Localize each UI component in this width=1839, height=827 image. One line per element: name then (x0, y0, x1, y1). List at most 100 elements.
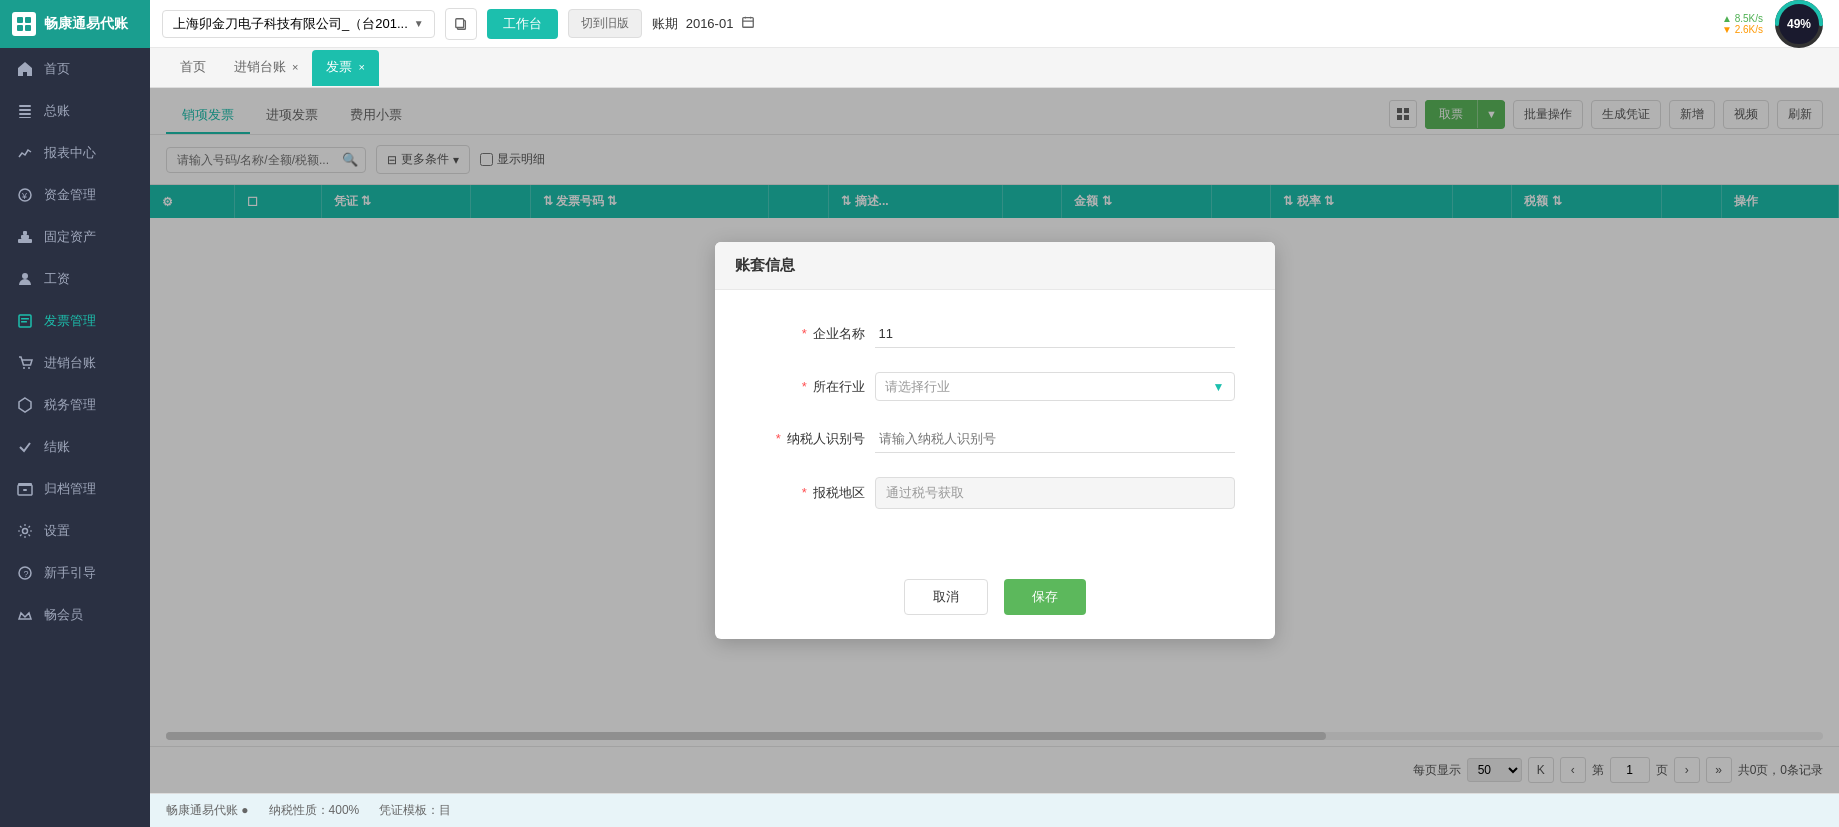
sidebar-item-vip[interactable]: 畅会员 (0, 594, 150, 636)
industry-select-wrap: 请选择行业 ▼ (875, 372, 1235, 401)
svg-rect-12 (23, 231, 27, 235)
content-area: 销项发票 进项发票 费用小票 取票 (150, 88, 1839, 793)
svg-rect-15 (21, 318, 29, 320)
cpu-percent-circle: 49% (1771, 0, 1827, 52)
sidebar-label-vip: 畅会员 (44, 606, 83, 624)
purchase-icon (16, 354, 34, 372)
sidebar-item-closing[interactable]: 结账 (0, 426, 150, 468)
sidebar-label-funds: 资金管理 (44, 186, 96, 204)
svg-rect-20 (18, 483, 32, 486)
tax-region-display: 通过税号获取 (875, 477, 1235, 509)
sidebar-item-funds[interactable]: ¥ 资金管理 (0, 174, 150, 216)
sidebar-label-assets: 固定资产 (44, 228, 96, 246)
bottom-bar: 畅康通易代账 ● 纳税性质：400% 凭证模板：目 (150, 793, 1839, 827)
sidebar-item-tax[interactable]: 税务管理 (0, 384, 150, 426)
company-selector[interactable]: 上海卯金刀电子科技有限公司_（台201... ▼ (162, 10, 435, 38)
svg-text:¥: ¥ (21, 191, 28, 201)
tab-invoice[interactable]: 发票 × (312, 50, 378, 86)
sidebar-label-payroll: 工资 (44, 270, 70, 288)
logo-text: 畅康通易代账 (44, 15, 128, 33)
topbar: 上海卯金刀电子科技有限公司_（台201... ▼ 工作台 切到旧版 账期 201… (150, 0, 1839, 48)
ledger-icon (16, 102, 34, 120)
sidebar-label-guide: 新手引导 (44, 564, 96, 582)
tax-id-input[interactable] (875, 425, 1235, 453)
sidebar: 畅康通易代账 首页 总账 报表中心 ¥ 资金管理 (0, 0, 150, 827)
guide-icon: ? (16, 564, 34, 582)
industry-select[interactable] (875, 372, 1235, 401)
form-row-tax-id: * 纳税人识别号 (755, 425, 1235, 453)
switch-version-button[interactable]: 切到旧版 (568, 9, 642, 38)
svg-rect-2 (17, 25, 23, 31)
sidebar-item-ledger[interactable]: 总账 (0, 90, 150, 132)
logo-icon (12, 12, 36, 36)
company-name-input[interactable] (875, 320, 1235, 348)
funds-icon: ¥ (16, 186, 34, 204)
svg-point-22 (23, 529, 28, 534)
sidebar-item-assets[interactable]: 固定资产 (0, 216, 150, 258)
tax-icon (16, 396, 34, 414)
tab-home[interactable]: 首页 (166, 50, 220, 86)
svg-rect-26 (455, 18, 463, 27)
svg-rect-4 (19, 105, 31, 107)
invoice-icon (16, 312, 34, 330)
sidebar-item-guide[interactable]: ? 新手引导 (0, 552, 150, 594)
sidebar-label-archive: 归档管理 (44, 480, 96, 498)
sidebar-label-closing: 结账 (44, 438, 70, 456)
svg-rect-11 (21, 235, 29, 239)
modal-body: * 企业名称 * 所在行业 (715, 290, 1275, 563)
svg-rect-21 (23, 489, 27, 491)
tabbar: 首页 进销台账 × 发票 × (150, 48, 1839, 88)
svg-text:?: ? (24, 569, 29, 579)
assets-icon (16, 228, 34, 246)
archive-icon (16, 480, 34, 498)
modal-title: 账套信息 (715, 242, 1275, 290)
workbench-button[interactable]: 工作台 (487, 9, 558, 39)
modal-overlay: 账套信息 * 企业名称 * (150, 88, 1839, 793)
percent-text: 49% (1787, 17, 1811, 31)
network-stats: ▲ 8.5K/s ▼ 2.6K/s (1722, 13, 1763, 35)
reports-icon (16, 144, 34, 162)
tab-purchase[interactable]: 进销台账 × (220, 50, 312, 86)
svg-rect-3 (25, 25, 31, 31)
vip-icon (16, 606, 34, 624)
svg-point-17 (23, 367, 25, 369)
topbar-right: ▲ 8.5K/s ▼ 2.6K/s 49% (1722, 0, 1827, 52)
sidebar-label-tax: 税务管理 (44, 396, 96, 414)
sidebar-item-archive[interactable]: 归档管理 (0, 468, 150, 510)
form-row-industry: * 所在行业 请选择行业 ▼ (755, 372, 1235, 401)
calendar-icon[interactable] (741, 15, 755, 32)
sidebar-label-home: 首页 (44, 60, 70, 78)
tab-purchase-close[interactable]: × (292, 61, 298, 73)
svg-rect-10 (18, 239, 32, 243)
copy-icon-btn[interactable] (445, 8, 477, 40)
tab-invoice-close[interactable]: × (358, 61, 364, 73)
sidebar-label-settings: 设置 (44, 522, 70, 540)
sidebar-item-invoice[interactable]: 发票管理 (0, 300, 150, 342)
modal-footer: 取消 保存 (715, 563, 1275, 639)
company-name: 上海卯金刀电子科技有限公司_（台201... (173, 15, 408, 33)
sidebar-label-ledger: 总账 (44, 102, 70, 120)
upload-speed: ▲ 8.5K/s (1722, 13, 1763, 24)
bottom-voucher: 凭证模板：目 (379, 802, 451, 819)
tax-id-label: * 纳税人识别号 (755, 430, 875, 448)
sidebar-item-payroll[interactable]: 工资 (0, 258, 150, 300)
svg-rect-1 (25, 17, 31, 23)
save-button[interactable]: 保存 (1004, 579, 1086, 615)
sidebar-item-purchase[interactable]: 进销台账 (0, 342, 150, 384)
account-info-modal: 账套信息 * 企业名称 * (715, 242, 1275, 639)
home-icon (16, 60, 34, 78)
app-logo: 畅康通易代账 (0, 0, 150, 48)
svg-rect-16 (21, 321, 27, 323)
company-name-label: * 企业名称 (755, 325, 875, 343)
svg-rect-27 (743, 18, 754, 28)
sidebar-item-home[interactable]: 首页 (0, 48, 150, 90)
sidebar-label-invoice: 发票管理 (44, 312, 96, 330)
svg-rect-7 (19, 117, 31, 118)
bottom-info: 畅康通易代账 ● (166, 802, 249, 819)
payroll-icon (16, 270, 34, 288)
sidebar-item-settings[interactable]: 设置 (0, 510, 150, 552)
bottom-tax: 纳税性质：400% (269, 802, 360, 819)
form-row-tax-region: * 报税地区 通过税号获取 (755, 477, 1235, 509)
sidebar-item-reports[interactable]: 报表中心 (0, 132, 150, 174)
cancel-button[interactable]: 取消 (904, 579, 988, 615)
